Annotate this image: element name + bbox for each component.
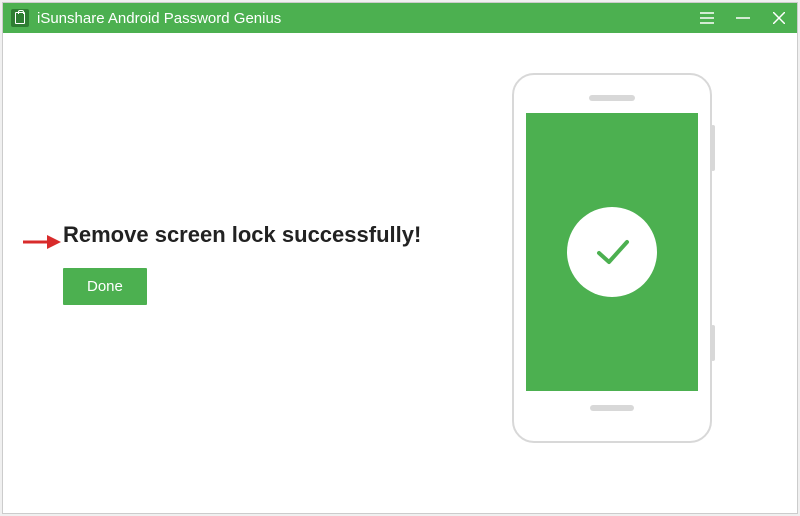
success-check-icon [567, 207, 657, 297]
phone-home-icon [590, 405, 634, 411]
close-icon[interactable] [769, 8, 789, 28]
content-area: Remove screen lock successfully! Done [3, 33, 797, 513]
app-title: iSunshare Android Password Genius [37, 10, 697, 27]
titlebar: iSunshare Android Password Genius [3, 3, 797, 33]
message-panel: Remove screen lock successfully! Done [63, 212, 487, 305]
illustration-panel [487, 73, 737, 443]
app-logo-icon [11, 9, 29, 27]
phone-speaker-icon [589, 95, 635, 101]
phone-screen [526, 113, 698, 391]
minimize-icon[interactable] [733, 8, 753, 28]
titlebar-controls [697, 8, 789, 28]
success-heading: Remove screen lock successfully! [63, 222, 487, 248]
done-button[interactable]: Done [63, 268, 147, 305]
phone-illustration [512, 73, 712, 443]
phone-side-button-icon [711, 125, 715, 171]
arrow-annotation-icon [21, 234, 61, 255]
app-window: iSunshare Android Password Genius [2, 2, 798, 514]
menu-icon[interactable] [697, 8, 717, 28]
phone-side-button-icon [711, 325, 715, 361]
